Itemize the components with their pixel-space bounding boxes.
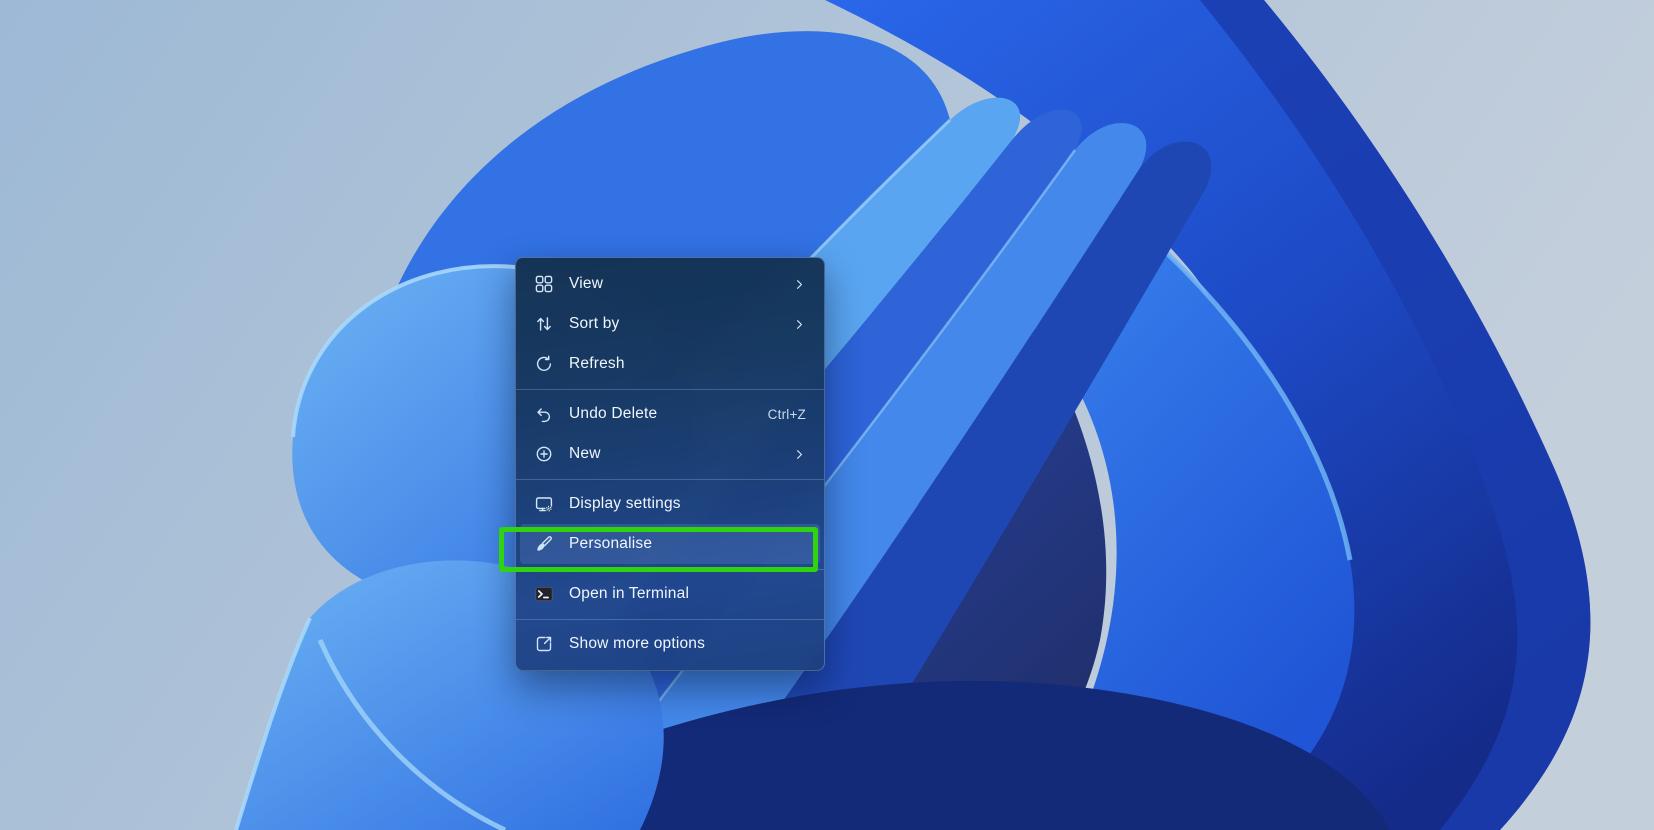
view-grid-icon xyxy=(534,274,554,294)
menu-separator xyxy=(516,618,824,620)
sort-by-icon xyxy=(534,314,554,334)
undo-icon xyxy=(534,404,554,424)
menu-separator xyxy=(516,568,824,570)
menu-item-show-more-options[interactable]: Show more options xyxy=(516,624,824,664)
desktop-context-menu: View Sort by Refresh Undo Delete Ctrl+Z … xyxy=(515,257,825,671)
menu-item-view[interactable]: View xyxy=(516,264,824,304)
chevron-right-icon xyxy=(793,448,806,461)
new-item-icon xyxy=(534,444,554,464)
chevron-right-icon xyxy=(793,318,806,331)
menu-item-undo-delete[interactable]: Undo Delete Ctrl+Z xyxy=(516,394,824,434)
menu-item-open-in-terminal[interactable]: Open in Terminal xyxy=(516,574,824,614)
personalise-brush-icon xyxy=(534,534,554,554)
menu-item-personalise[interactable]: Personalise xyxy=(520,524,820,564)
terminal-icon xyxy=(534,584,554,604)
menu-separator xyxy=(516,478,824,480)
menu-item-sort-by[interactable]: Sort by xyxy=(516,304,824,344)
desktop[interactable]: View Sort by Refresh Undo Delete Ctrl+Z … xyxy=(0,0,1654,830)
menu-separator xyxy=(516,388,824,390)
shortcut-label: Ctrl+Z xyxy=(767,406,806,422)
show-more-options-icon xyxy=(534,634,554,654)
menu-item-new[interactable]: New xyxy=(516,434,824,474)
wallpaper-bloom xyxy=(0,0,1654,830)
menu-item-display-settings[interactable]: Display settings xyxy=(516,484,824,524)
refresh-icon xyxy=(534,354,554,374)
menu-item-refresh[interactable]: Refresh xyxy=(516,344,824,384)
display-settings-icon xyxy=(534,494,554,514)
chevron-right-icon xyxy=(793,278,806,291)
